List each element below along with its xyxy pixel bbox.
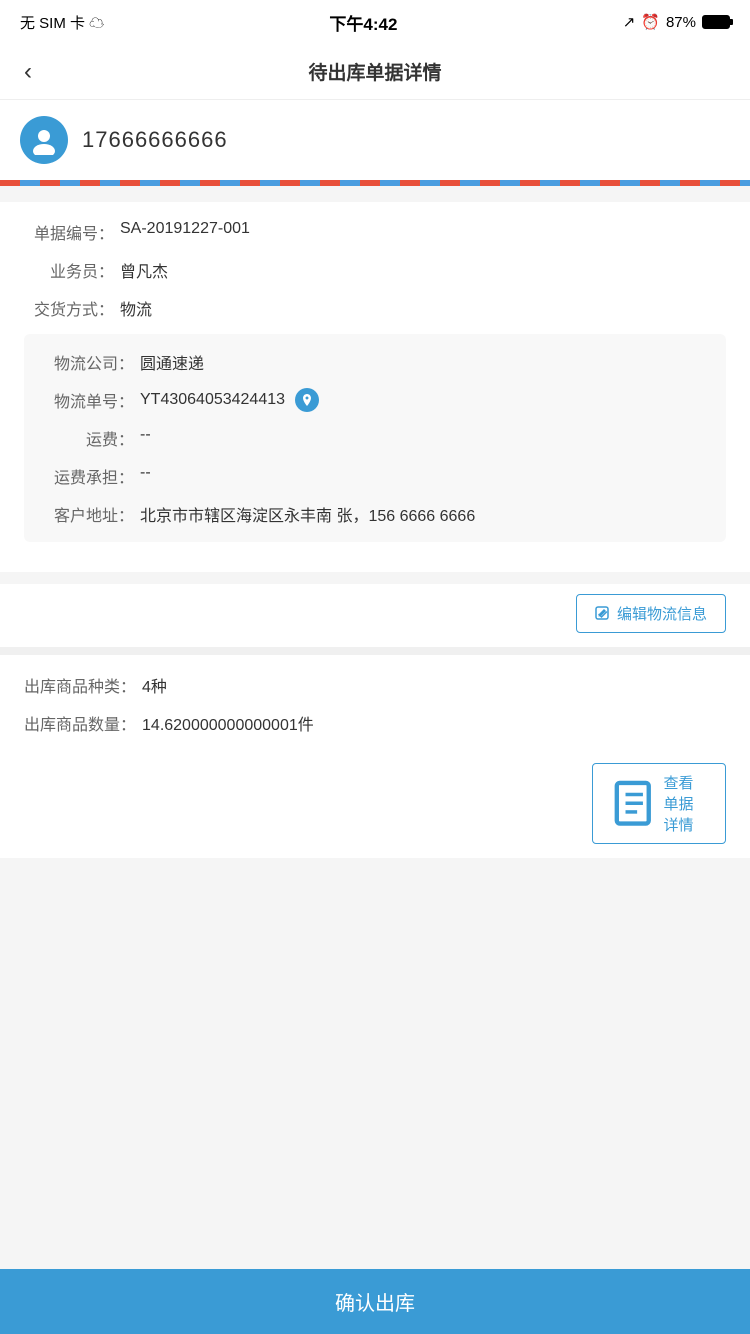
section-divider: [0, 647, 750, 655]
logistics-tracking-value: YT43064053424413: [140, 391, 285, 409]
page-title: 待出库单据详情: [308, 58, 441, 85]
content-spacer: [0, 858, 750, 1038]
status-bar: 无 SIM 卡 ☁ 下午4:42 ↗ ⏰ 87%: [0, 0, 750, 44]
salesman-label: 业务员：: [24, 258, 114, 282]
address-row: 客户地址： 北京市市辖区海淀区永丰南 张，156 6666 6666: [44, 502, 706, 526]
nav-bar: ‹ 待出库单据详情: [0, 44, 750, 100]
customer-header: 17666666666: [0, 100, 750, 180]
logistics-company-label: 物流公司：: [44, 350, 134, 374]
document-number-label: 单据编号：: [24, 220, 114, 244]
goods-type-value: 4种: [142, 673, 726, 697]
logistics-company-value: 圆通速递: [140, 350, 706, 374]
salesman-row: 业务员： 曾凡杰: [24, 258, 726, 282]
salesman-value: 曾凡杰: [120, 258, 726, 282]
alarm-icon: ⏰: [641, 13, 660, 31]
avatar: [20, 116, 68, 164]
track-location-button[interactable]: [295, 388, 319, 412]
logistics-tracking-label: 物流单号：: [44, 388, 134, 412]
edit-logistics-label: 编辑物流信息: [617, 603, 707, 624]
view-detail-button[interactable]: 查看单据详情: [592, 763, 726, 844]
view-detail-btn-row: 查看单据详情: [0, 753, 750, 858]
battery-text: 87%: [666, 14, 696, 31]
freight-row: 运费： --: [44, 426, 706, 450]
back-button[interactable]: ‹: [16, 52, 40, 92]
edit-icon: [595, 606, 611, 622]
address-value: 北京市市辖区海淀区永丰南 张，156 6666 6666: [140, 502, 706, 526]
address-label: 客户地址：: [44, 502, 134, 526]
status-left: 无 SIM 卡 ☁: [20, 12, 104, 33]
logistics-company-row: 物流公司： 圆通速递: [44, 350, 706, 374]
delivery-method-row: 交货方式： 物流: [24, 296, 726, 320]
logistics-card: 物流公司： 圆通速递 物流单号： YT43064053424413 运费： --: [24, 334, 726, 542]
goods-count-label: 出库商品数量：: [24, 711, 136, 735]
freight-bear-row: 运费承担： --: [44, 464, 706, 488]
edit-logistics-btn-row: 编辑物流信息: [0, 584, 750, 647]
goods-count-row: 出库商品数量： 14.620000000000001件: [24, 711, 726, 735]
freight-bear-value: --: [140, 464, 706, 482]
confirm-button-area[interactable]: 确认出库: [0, 1269, 750, 1334]
document-number-row: 单据编号： SA-20191227-001: [24, 220, 726, 244]
status-center: 下午4:42: [329, 10, 397, 35]
logistics-tracking-row: 物流单号： YT43064053424413: [44, 388, 706, 412]
dashed-divider: [0, 180, 750, 186]
edit-logistics-button[interactable]: 编辑物流信息: [576, 594, 726, 633]
sim-text: 无 SIM 卡 ☁: [20, 12, 104, 33]
goods-type-label: 出库商品种类：: [24, 673, 136, 697]
document-icon: [611, 780, 657, 826]
status-right: ↗ ⏰ 87%: [623, 13, 730, 31]
freight-value: --: [140, 426, 706, 444]
delivery-method-value: 物流: [120, 296, 726, 320]
confirm-button-text: 确认出库: [335, 1293, 415, 1315]
basic-info-section: 单据编号： SA-20191227-001 业务员： 曾凡杰 交货方式： 物流 …: [0, 202, 750, 572]
goods-type-row: 出库商品种类： 4种: [24, 673, 726, 697]
delivery-method-label: 交货方式：: [24, 296, 114, 320]
battery-icon: [702, 15, 730, 29]
goods-count-value: 14.620000000000001件: [142, 711, 726, 735]
view-detail-label: 查看单据详情: [663, 772, 707, 835]
freight-label: 运费：: [44, 426, 134, 450]
location-status-icon: ↗: [623, 13, 636, 31]
freight-bear-label: 运费承担：: [44, 464, 134, 488]
goods-section: 出库商品种类： 4种 出库商品数量： 14.620000000000001件: [0, 655, 750, 753]
document-number-value: SA-20191227-001: [120, 220, 726, 238]
customer-phone: 17666666666: [82, 127, 228, 153]
